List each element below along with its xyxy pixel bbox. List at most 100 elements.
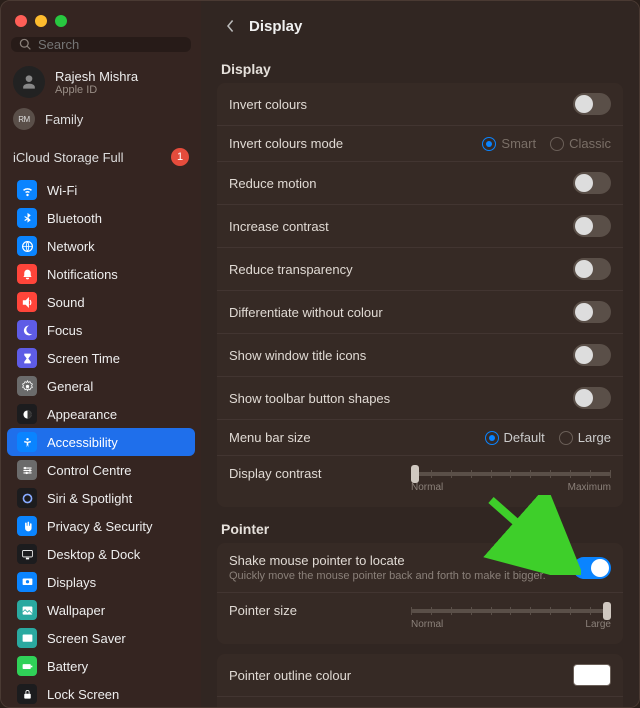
title-icons-toggle[interactable] [573,344,611,366]
moon-icon [17,320,37,340]
shake-toggle[interactable] [573,557,611,579]
pointer-panel: Shake mouse pointer to locate Quickly mo… [217,543,623,644]
reduce-transparency-toggle[interactable] [573,258,611,280]
display-panel: Invert colours Invert colours mode Smart… [217,83,623,507]
hourglass-icon [17,348,37,368]
sidebar-item-privacy[interactable]: Privacy & Security [7,512,195,540]
sidebar-item-appearance[interactable]: Appearance [7,400,195,428]
search-icon [19,38,32,51]
display-contrast-slider[interactable] [411,472,611,476]
menubar-default[interactable]: Default [485,430,545,445]
pointer-fill-row: Pointer fill colour [217,696,623,707]
battery-icon [17,656,37,676]
sidebar-item-label: Screen Saver [47,631,126,646]
sidebar-item-screensaver[interactable]: Screen Saver [7,624,195,652]
pointer-size-slider[interactable] [411,609,611,613]
header: Display [201,1,639,47]
invert-mode-classic[interactable]: Classic [550,136,611,151]
increase-contrast-toggle[interactable] [573,215,611,237]
reduce-motion-toggle[interactable] [573,172,611,194]
sidebar-item-label: Lock Screen [47,687,119,702]
menubar-size-row: Menu bar size Default Large [217,419,623,455]
sidebar-item-label: Wallpaper [47,603,105,618]
row-label: Invert colours [229,97,307,112]
sidebar-item-label: Displays [47,575,96,590]
row-label: Pointer outline colour [229,668,351,683]
row-label: Increase contrast [229,219,329,234]
profile-sub: Apple ID [55,84,138,96]
wifi-icon [17,180,37,200]
radio-icon [550,137,564,151]
invert-colours-toggle[interactable] [573,93,611,115]
bluetooth-icon [17,208,37,228]
accessibility-icon [17,432,37,452]
chevron-left-icon [224,18,236,34]
title-icons-row: Show window title icons [217,333,623,376]
sidebar-item-battery[interactable]: Battery [7,652,195,680]
sidebar-item-label: Sound [47,295,85,310]
sidebar-item-network[interactable]: Network [7,232,195,260]
sidebar-item-label: Screen Time [47,351,120,366]
family-label: Family [45,112,83,127]
row-label: Show window title icons [229,348,366,363]
sidebar-item-label: Privacy & Security [47,519,152,534]
row-label: Reduce motion [229,176,316,191]
sidebar-item-displays[interactable]: Displays [7,568,195,596]
display-section-title: Display [217,47,623,83]
sidebar-item-label: Appearance [47,407,117,422]
apple-id-row[interactable]: Rajesh Mishra Apple ID [1,62,201,102]
sidebar-item-sound[interactable]: Sound [7,288,195,316]
display-icon [17,572,37,592]
diff-colour-row: Differentiate without colour [217,290,623,333]
radio-icon [482,137,496,151]
row-label: Show toolbar button shapes [229,391,390,406]
diff-colour-toggle[interactable] [573,301,611,323]
gear-icon [17,376,37,396]
profile-name: Rajesh Mishra [55,69,138,84]
reduce-transparency-row: Reduce transparency [217,247,623,290]
sidebar-item-label: Siri & Spotlight [47,491,132,506]
sidebar-item-wifi[interactable]: Wi-Fi [7,176,195,204]
search-field[interactable] [11,37,191,52]
sidebar-item-siri[interactable]: Siri & Spotlight [7,484,195,512]
sidebar-item-general[interactable]: General [7,372,195,400]
main: Display Display Invert colours Invert co… [201,1,639,707]
toolbar-shapes-toggle[interactable] [573,387,611,409]
minimize-window-button[interactable] [35,15,47,27]
invert-mode-row: Invert colours mode Smart Classic [217,125,623,161]
family-icon: RM [13,108,35,130]
search-input[interactable] [38,37,183,52]
invert-mode-smart[interactable]: Smart [482,136,536,151]
sidebar-item-wallpaper[interactable]: Wallpaper [7,596,195,624]
row-label: Reduce transparency [229,262,353,277]
menubar-large[interactable]: Large [559,430,611,445]
avatar [13,66,45,98]
pointer-size-row: Pointer size NormalLarge [217,592,623,644]
icloud-storage-row[interactable]: iCloud Storage Full 1 [1,140,201,176]
sidebar-item-lockscreen[interactable]: Lock Screen [7,680,195,707]
row-label: Display contrast [229,466,321,481]
sidebar-item-controlcentre[interactable]: Control Centre [7,456,195,484]
sidebar-item-desktop[interactable]: Desktop & Dock [7,540,195,568]
pointer-outline-row: Pointer outline colour [217,654,623,696]
sidebar-item-label: General [47,379,93,394]
row-label: Invert colours mode [229,136,343,151]
row-label: Shake mouse pointer to locate Quickly mo… [229,553,546,582]
screensaver-icon [17,628,37,648]
sidebar-item-notifications[interactable]: Notifications [7,260,195,288]
desktop-icon [17,544,37,564]
increase-contrast-row: Increase contrast [217,204,623,247]
pointer-outline-colour-well[interactable] [573,664,611,686]
zoom-window-button[interactable] [55,15,67,27]
sidebar-item-screentime[interactable]: Screen Time [7,344,195,372]
appearance-icon [17,404,37,424]
sidebar-item-focus[interactable]: Focus [7,316,195,344]
close-window-button[interactable] [15,15,27,27]
radio-icon [559,431,573,445]
sidebar-item-accessibility[interactable]: Accessibility [7,428,195,456]
back-button[interactable] [219,15,241,37]
row-label: Pointer size [229,603,297,618]
sidebar-item-bluetooth[interactable]: Bluetooth [7,204,195,232]
wallpaper-icon [17,600,37,620]
family-row[interactable]: RM Family [1,102,201,140]
